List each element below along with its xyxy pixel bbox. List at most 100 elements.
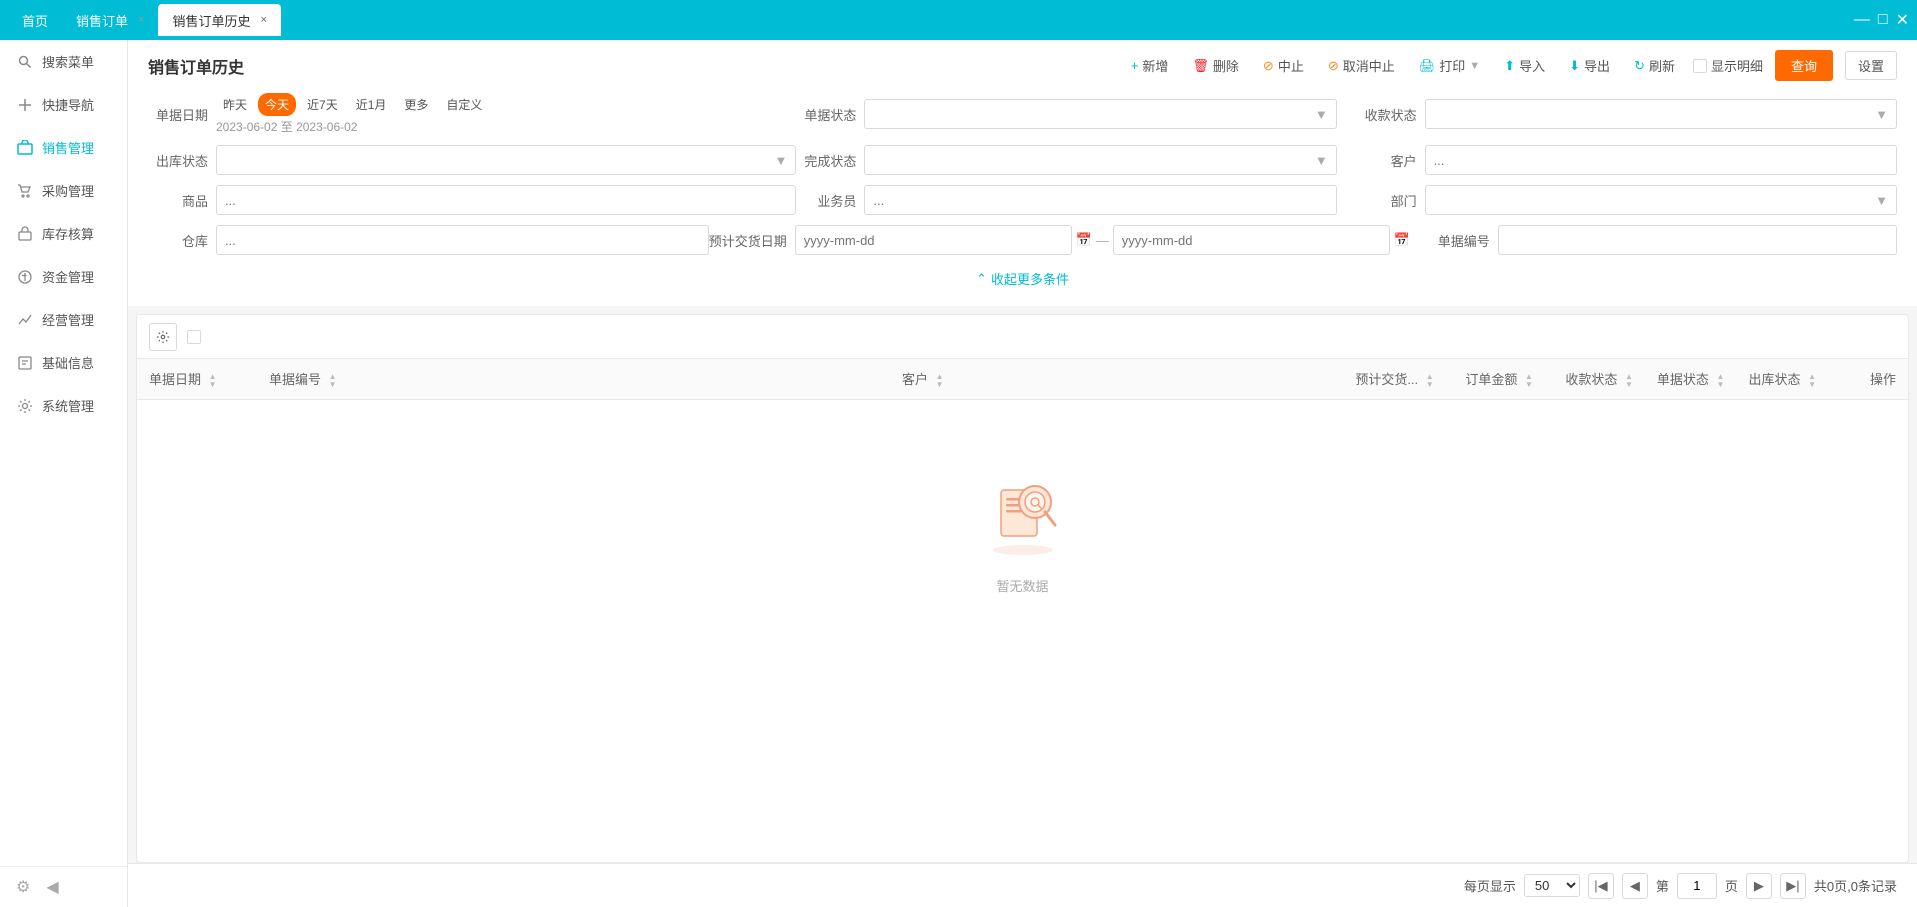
prev-page-button[interactable]: ◀ [1622,873,1648,899]
calendar-to-icon[interactable]: 📅 [1394,232,1410,248]
tab-sales-order-history[interactable]: 销售订单历史 × [158,4,280,36]
page-size-label: 每页显示 [1464,876,1516,895]
sidebar-collapse-icon[interactable]: ◀ [46,877,58,897]
select-all-checkbox[interactable] [187,330,201,344]
warehouse-control [216,225,709,255]
quick-today[interactable]: 今天 [258,93,296,116]
new-button[interactable]: + 新增 [1125,52,1175,79]
filter-row-4: 仓库 预计交货日期 📅 — 📅 单据编号 [148,225,1897,255]
delivery-status-arrow: ▼ [775,153,788,168]
refresh-button[interactable]: ↻ 刷新 [1628,52,1681,79]
display-detail-toggle[interactable]: 显示明细 [1693,56,1763,75]
sort-customer: ▲▼ [936,373,944,389]
first-page-button[interactable]: |◀ [1588,873,1614,899]
sort-doc-number: ▲▼ [329,373,337,389]
main-layout: 搜索菜单 快捷导航 销售管理 采购管理 库存核算 [0,40,1917,907]
stop-button[interactable]: ⊘ 中止 [1257,52,1310,79]
filter-delivery-status: 出库状态 ▼ [148,145,796,175]
minimize-button[interactable]: — [1854,11,1870,29]
col-doc-status[interactable]: 单据状态 ▲▼ [1645,359,1737,399]
tab-sales-order[interactable]: 销售订单 × [62,4,158,36]
sidebar-item-quick-nav[interactable]: 快捷导航 [0,83,127,126]
col-delivery-status[interactable]: 出库状态 ▲▼ [1736,359,1828,399]
display-detail-checkbox[interactable] [1693,59,1707,73]
page-title: 销售订单历史 [148,54,244,78]
quick-custom[interactable]: 自定义 [439,93,489,116]
doc-number-label: 单据编号 [1430,231,1490,250]
col-expected-delivery[interactable]: 预计交货... ▲▼ [1343,359,1453,399]
filter-product: 商品 [148,185,796,215]
page-size-select[interactable]: 50 10 20 100 [1524,874,1580,897]
complete-status-select[interactable]: ▼ [864,145,1336,175]
quick-1month[interactable]: 近1月 [349,93,394,116]
sidebar-item-inventory[interactable]: 库存核算 [0,212,127,255]
filter-row-2: 出库状态 ▼ 完成状态 ▼ 客户 [148,145,1897,175]
doc-number-input[interactable] [1498,225,1897,255]
department-select[interactable]: ▼ [1425,185,1897,215]
salesperson-input[interactable] [864,185,1336,215]
delete-button[interactable]: 🗑 删除 [1186,52,1245,79]
table-container: 单据日期 ▲▼ 单据编号 ▲▼ 客户 ▲▼ [137,359,1908,862]
table-settings-button[interactable] [149,323,177,351]
customer-input[interactable] [1425,145,1897,175]
doc-status-select[interactable]: ▼ [864,99,1336,129]
receipt-status-select[interactable]: ▼ [1425,99,1897,129]
delivery-date-from[interactable] [795,225,1072,255]
last-page-button[interactable]: ▶| [1780,873,1806,899]
maximize-button[interactable]: □ [1878,11,1888,29]
sidebar-label-sys-mgmt: 系统管理 [42,396,94,415]
tab-sales-order-close[interactable]: × [138,14,144,26]
import-button[interactable]: ⬆ 导入 [1498,52,1551,79]
tab-sales-order-history-label: 销售订单历史 [172,11,250,30]
col-doc-number[interactable]: 单据编号 ▲▼ [257,359,890,399]
data-table: 单据日期 ▲▼ 单据编号 ▲▼ 客户 ▲▼ [137,359,1908,400]
sidebar-item-sys-mgmt[interactable]: 系统管理 [0,384,127,427]
query-button[interactable]: 查询 [1775,50,1833,81]
cancel-stop-button[interactable]: ⊘ 取消中止 [1322,52,1401,79]
delivery-status-select[interactable]: ▼ [216,145,796,175]
sidebar-item-basic-info[interactable]: 基础信息 [0,341,127,384]
delivery-date-to[interactable] [1113,225,1390,255]
quick-yesterday[interactable]: 昨天 [216,93,254,116]
product-input[interactable] [216,185,796,215]
complete-status-label: 完成状态 [796,151,856,170]
col-order-amount[interactable]: 订单金额 ▲▼ [1453,359,1553,399]
toolbar: + 新增 🗑 删除 ⊘ 中止 ⊘ 取消中止 [1125,50,1897,81]
table-header: 单据日期 ▲▼ 单据编号 ▲▼ 客户 ▲▼ [137,359,1908,399]
doc-number-control [1498,225,1897,255]
sidebar-item-purchase-mgmt[interactable]: 采购管理 [0,169,127,212]
page-number-input[interactable] [1677,873,1717,899]
quick-more[interactable]: 更多 [397,93,435,116]
col-receipt-status[interactable]: 收款状态 ▲▼ [1553,359,1645,399]
col-doc-date[interactable]: 单据日期 ▲▼ [137,359,257,399]
sidebar-item-finance[interactable]: 资金管理 [0,255,127,298]
warehouse-input[interactable] [216,225,709,255]
col-customer[interactable]: 客户 ▲▼ [890,359,1343,399]
export-button[interactable]: ⬇ 导出 [1563,52,1616,79]
print-button[interactable]: 🖨 打印 ▼ [1413,52,1486,79]
col-action: 操作 [1828,359,1908,399]
content-area: 销售订单历史 + 新增 🗑 删除 ⊘ 中止 ⊘ [128,40,1917,907]
sidebar-item-sales-mgmt[interactable]: 销售管理 [0,126,127,169]
customer-control [1425,145,1897,175]
receipt-status-label: 收款状态 [1357,105,1417,124]
customer-label: 客户 [1357,151,1417,170]
tab-sales-order-history-close[interactable]: × [260,14,266,26]
chevron-up-icon: ⌃ [976,271,987,287]
close-button[interactable]: ✕ [1896,10,1909,30]
basic-info-icon [16,354,34,372]
sidebar-item-search-menu[interactable]: 搜索菜单 [0,40,127,83]
quick-7days[interactable]: 近7天 [300,93,345,116]
sort-receipt-status: ▲▼ [1625,373,1633,389]
tab-home-label: 首页 [22,11,48,30]
tab-home[interactable]: 首页 [8,4,62,36]
filter-collapse-toggle[interactable]: ⌃ 收起更多条件 [148,265,1897,296]
sidebar-item-operations[interactable]: 经营管理 [0,298,127,341]
display-detail-label: 显示明细 [1711,56,1763,75]
next-page-button[interactable]: ▶ [1746,873,1772,899]
filter-salesperson: 业务员 [796,185,1336,215]
sidebar-settings-icon[interactable]: ⚙ [16,877,30,897]
calendar-from-icon[interactable]: 📅 [1076,232,1092,248]
salesperson-control [864,185,1336,215]
setting-button[interactable]: 设置 [1845,51,1897,80]
